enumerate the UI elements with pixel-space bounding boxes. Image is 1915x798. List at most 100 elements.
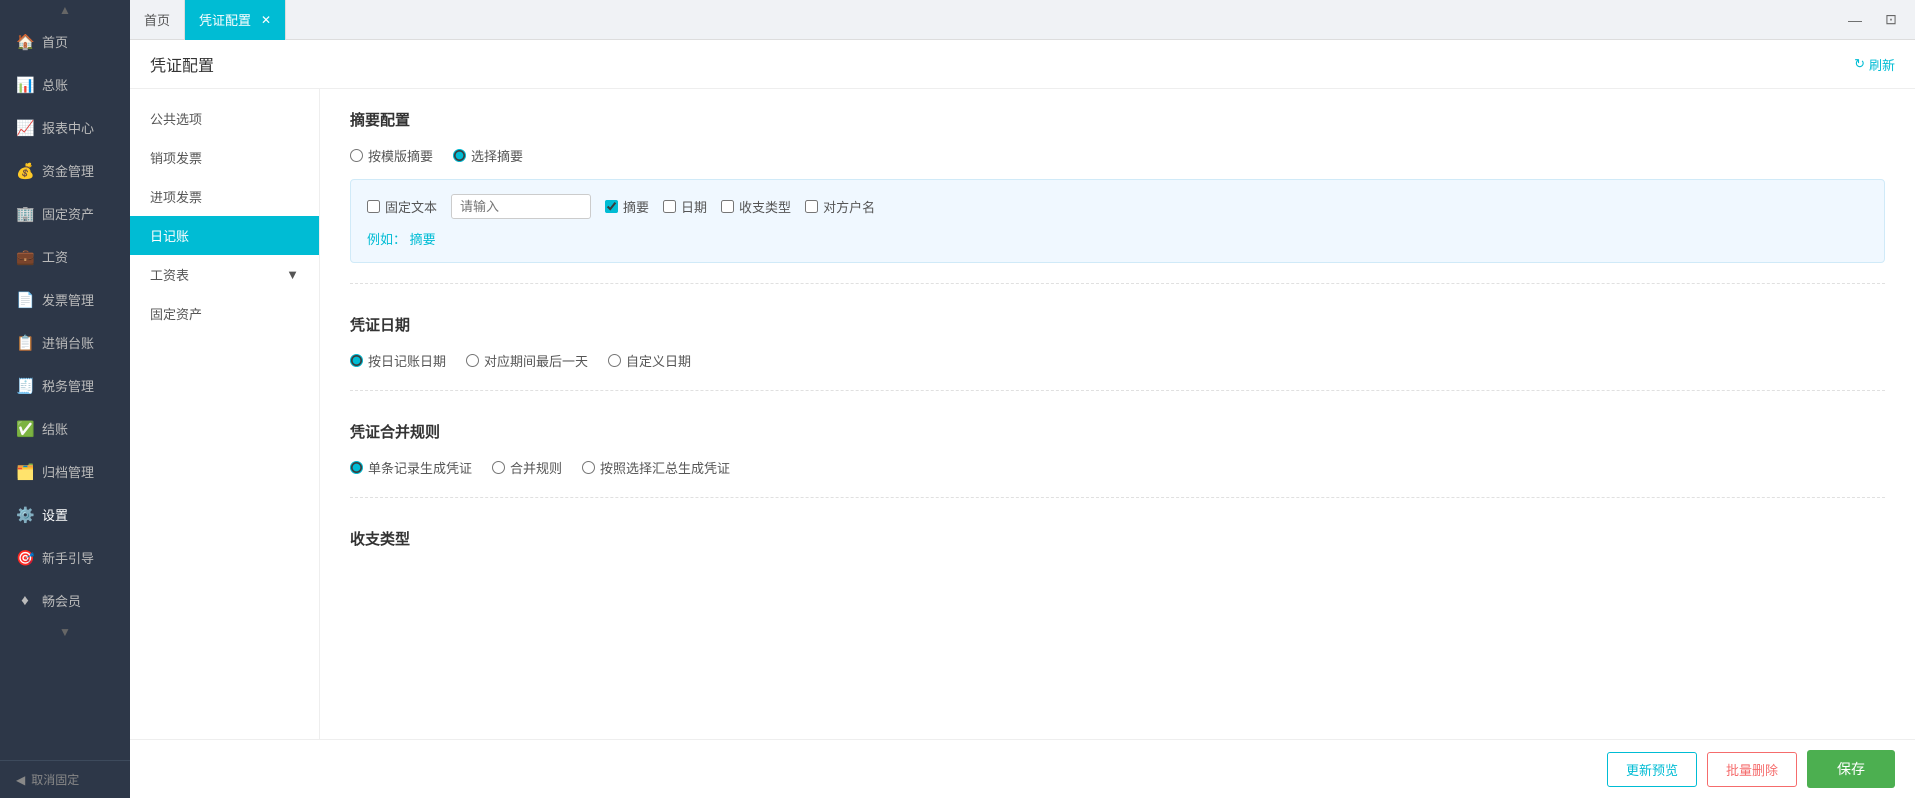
checkbox-counterpart-name-input[interactable] <box>805 200 818 213</box>
voucher-date-radio-group: 按日记账日期 对应期间最后一天 自定义日期 <box>350 351 1885 370</box>
voucher-date-section: 凭证日期 按日记账日期 对应期间最后一天 自定义日期 <box>350 314 1885 391</box>
guide-icon: 🎯 <box>16 549 34 567</box>
summary-config-section: 摘要配置 按模版摘要 选择摘要 固定文本 <box>350 109 1885 284</box>
checkbox-date[interactable]: 日期 <box>663 197 707 216</box>
sidebar-item-invoice[interactable]: 📄 发票管理 <box>0 278 130 321</box>
maximize-button[interactable]: ⊡ <box>1877 6 1905 34</box>
left-nav-item-journal[interactable]: 日记账 <box>130 216 319 255</box>
fixed-text-input[interactable] <box>451 194 591 219</box>
checkbox-income-type-input[interactable] <box>721 200 734 213</box>
radio-select-input[interactable] <box>453 149 466 162</box>
invoice-icon: 📄 <box>16 291 34 309</box>
radio-template-summary[interactable]: 按模版摘要 <box>350 146 433 165</box>
cancel-fix-button[interactable]: ◀ 取消固定 <box>0 760 130 798</box>
radio-single-record[interactable]: 单条记录生成凭证 <box>350 458 472 477</box>
radio-journal-date-input[interactable] <box>350 354 363 367</box>
checkbox-income-type[interactable]: 收支类型 <box>721 197 791 216</box>
summary-config-box: 固定文本 摘要 日期 收支类型 <box>350 179 1885 263</box>
sidebar-item-purchase[interactable]: 📋 进销台账 <box>0 321 130 364</box>
radio-template-input[interactable] <box>350 149 363 162</box>
voucher-merge-title: 凭证合并规则 <box>350 421 1885 442</box>
checkbox-summary[interactable]: 摘要 <box>605 197 649 216</box>
main-area: 首页 凭证配置 ✕ — ⊡ 凭证配置 ↻ 刷新 公共选项 销项发票 进项 <box>130 0 1915 798</box>
funds-icon: 💰 <box>16 162 34 180</box>
reports-icon: 📈 <box>16 119 34 137</box>
sidebar-item-settings[interactable]: ⚙️ 设置 <box>0 493 130 536</box>
content-area: 公共选项 销项发票 进项发票 日记账 工资表 ▼ 固定资产 摘要配置 <box>130 89 1915 739</box>
radio-select-summary[interactable]: 选择摘要 <box>453 146 523 165</box>
right-content: 摘要配置 按模版摘要 选择摘要 固定文本 <box>320 89 1915 739</box>
salary-icon: 💼 <box>16 248 34 266</box>
close-tab-button[interactable]: ✕ <box>261 13 271 27</box>
income-type-title: 收支类型 <box>350 528 1885 549</box>
vip-icon: ♦ <box>16 592 34 609</box>
summary-radio-group: 按模版摘要 选择摘要 <box>350 146 1885 165</box>
left-nav-item-fixed-assets[interactable]: 固定资产 <box>130 294 319 333</box>
radio-journal-date[interactable]: 按日记账日期 <box>350 351 446 370</box>
sidebar-item-home[interactable]: 🏠 首页 <box>0 20 130 63</box>
batch-delete-button[interactable]: 批量删除 <box>1707 752 1797 787</box>
checkbox-counterpart-name[interactable]: 对方户名 <box>805 197 875 216</box>
radio-custom-date-input[interactable] <box>608 354 621 367</box>
summary-config-title: 摘要配置 <box>350 109 1885 130</box>
sidebar-item-vip[interactable]: ♦ 畅会员 <box>0 579 130 622</box>
checkbox-fixed-text-input[interactable] <box>367 200 380 213</box>
checkbox-summary-input[interactable] <box>605 200 618 213</box>
tab-voucher-config[interactable]: 凭证配置 ✕ <box>185 0 286 40</box>
sidebar-item-salary[interactable]: 💼 工资 <box>0 235 130 278</box>
checkbox-date-input[interactable] <box>663 200 676 213</box>
radio-period-last[interactable]: 对应期间最后一天 <box>466 351 588 370</box>
refresh-icon: ↻ <box>1854 56 1865 72</box>
sidebar-scroll-up[interactable]: ▲ <box>0 0 130 20</box>
radio-custom-date[interactable]: 自定义日期 <box>608 351 691 370</box>
radio-single-record-input[interactable] <box>350 461 363 474</box>
tax-icon: 🧾 <box>16 377 34 395</box>
page-header: 凭证配置 ↻ 刷新 <box>130 40 1915 89</box>
minimize-button[interactable]: — <box>1841 6 1869 34</box>
sidebar-item-checkout[interactable]: ✅ 结账 <box>0 407 130 450</box>
voucher-merge-section: 凭证合并规则 单条记录生成凭证 合并规则 按照选择汇总生成凭证 <box>350 421 1885 498</box>
tab-bar: 首页 凭证配置 ✕ — ⊡ <box>130 0 1915 40</box>
update-preview-button[interactable]: 更新预览 <box>1607 752 1697 787</box>
tab-home[interactable]: 首页 <box>130 0 185 40</box>
save-button[interactable]: 保存 <box>1807 750 1895 788</box>
sidebar-item-ledger[interactable]: 📊 总账 <box>0 63 130 106</box>
ledger-icon: 📊 <box>16 76 34 94</box>
archive-icon: 🗂️ <box>16 463 34 481</box>
sidebar-item-archive[interactable]: 🗂️ 归档管理 <box>0 450 130 493</box>
sidebar-scroll-down[interactable]: ▼ <box>0 622 130 642</box>
radio-merge-rule[interactable]: 合并规则 <box>492 458 562 477</box>
assets-icon: 🏢 <box>16 205 34 223</box>
page-title: 凭证配置 <box>150 52 214 76</box>
radio-summary-generate-input[interactable] <box>582 461 595 474</box>
summary-checkbox-row: 固定文本 摘要 日期 收支类型 <box>367 194 1868 219</box>
settings-icon: ⚙️ <box>16 506 34 524</box>
purchase-icon: 📋 <box>16 334 34 352</box>
sidebar: ▲ 🏠 首页 📊 总账 📈 报表中心 💰 资金管理 🏢 固定资产 💼 工资 📄 … <box>0 0 130 798</box>
left-nav-item-payroll[interactable]: 工资表 ▼ <box>130 255 319 294</box>
checkbox-fixed-text[interactable]: 固定文本 <box>367 197 437 216</box>
left-nav-item-common[interactable]: 公共选项 <box>130 99 319 138</box>
left-nav-item-sales-invoice[interactable]: 销项发票 <box>130 138 319 177</box>
sidebar-item-guide[interactable]: 🎯 新手引导 <box>0 536 130 579</box>
checkout-icon: ✅ <box>16 420 34 438</box>
sidebar-item-tax[interactable]: 🧾 税务管理 <box>0 364 130 407</box>
sidebar-item-assets[interactable]: 🏢 固定资产 <box>0 192 130 235</box>
radio-period-last-input[interactable] <box>466 354 479 367</box>
left-nav-item-purchase-invoice[interactable]: 进项发票 <box>130 177 319 216</box>
radio-merge-rule-input[interactable] <box>492 461 505 474</box>
radio-summary-generate[interactable]: 按照选择汇总生成凭证 <box>582 458 730 477</box>
income-type-section: 收支类型 <box>350 528 1885 585</box>
chevron-down-icon: ▼ <box>286 267 299 282</box>
sidebar-item-reports[interactable]: 📈 报表中心 <box>0 106 130 149</box>
example-text: 例如： 摘要 <box>367 229 1868 248</box>
voucher-date-title: 凭证日期 <box>350 314 1885 335</box>
bottom-bar: 更新预览 批量删除 保存 <box>130 739 1915 798</box>
left-nav: 公共选项 销项发票 进项发票 日记账 工资表 ▼ 固定资产 <box>130 89 320 739</box>
home-icon: 🏠 <box>16 33 34 51</box>
voucher-merge-radio-group: 单条记录生成凭证 合并规则 按照选择汇总生成凭证 <box>350 458 1885 477</box>
tab-actions: — ⊡ <box>1841 6 1915 34</box>
sidebar-item-funds[interactable]: 💰 资金管理 <box>0 149 130 192</box>
refresh-button[interactable]: ↻ 刷新 <box>1854 55 1895 74</box>
pin-icon: ◀ <box>16 773 25 787</box>
